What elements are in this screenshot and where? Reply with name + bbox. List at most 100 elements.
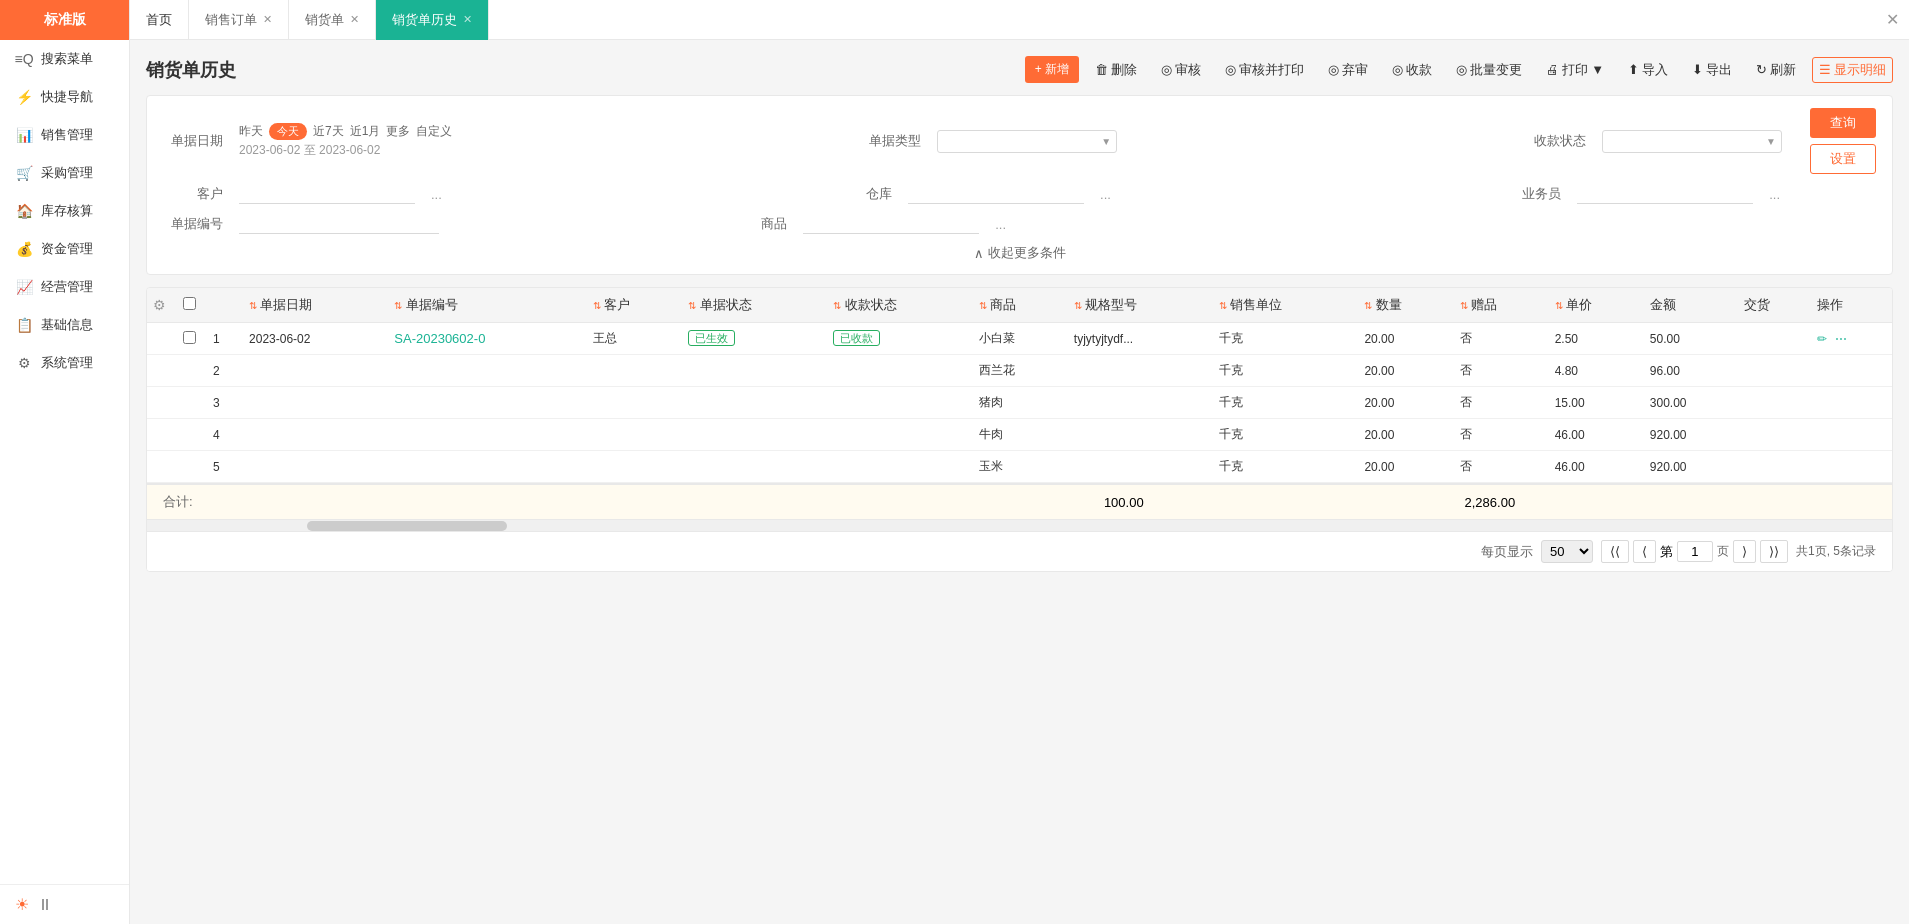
sidebar-item-label: 快捷导航: [41, 88, 93, 106]
new-button[interactable]: + 新增: [1025, 56, 1079, 83]
import-button[interactable]: ⬆ 导入: [1620, 57, 1676, 83]
tab-sales-history-label: 销货单历史: [392, 11, 457, 29]
total-info: 共1页, 5条记录: [1796, 543, 1876, 560]
page-label: 页: [1717, 543, 1729, 560]
collect-icon: ◎: [1392, 62, 1403, 77]
query-button[interactable]: 查询: [1810, 108, 1876, 138]
settings-button[interactable]: 设置: [1810, 144, 1876, 174]
amount-cell: 50.00: [1644, 323, 1738, 355]
collect-status-label: 收款状态: [1526, 132, 1586, 150]
scrollbar-thumb[interactable]: [307, 521, 507, 531]
docno-link[interactable]: SA-20230602-0: [394, 331, 485, 346]
gift-sort-icon[interactable]: ⇅: [1460, 300, 1468, 311]
column-config-icon[interactable]: ⚙: [153, 297, 166, 313]
sidebar-item-operations[interactable]: 📈 经营管理: [0, 268, 129, 306]
sidebar-item-inventory[interactable]: 🏠 库存核算: [0, 192, 129, 230]
goods-sort-icon[interactable]: ⇅: [979, 300, 987, 311]
customer-dots[interactable]: ...: [431, 187, 442, 202]
docstatus-col-header: ⇅ 单据状态: [682, 288, 827, 323]
delete-button[interactable]: 🗑 删除: [1087, 57, 1145, 83]
select-all-checkbox[interactable]: [183, 297, 196, 310]
doc-type-select[interactable]: [937, 130, 1117, 153]
sidebar-item-purchase[interactable]: 🛒 采购管理: [0, 154, 129, 192]
page-input[interactable]: [1677, 541, 1713, 562]
shortcut-7days[interactable]: 近7天: [313, 123, 344, 140]
sidebar-item-sales[interactable]: 📊 销售管理: [0, 116, 129, 154]
collect-status-select[interactable]: [1602, 130, 1782, 153]
sidebar-item-search[interactable]: ≡Q 搜索菜单: [0, 40, 129, 78]
shortcut-custom[interactable]: 自定义: [416, 123, 452, 140]
customer-sort-icon[interactable]: ⇅: [593, 300, 601, 311]
sidebar-item-quick-nav[interactable]: ⚡ 快捷导航: [0, 78, 129, 116]
tab-close-sales-goods[interactable]: ✕: [350, 13, 359, 26]
docno-col-header: ⇅ 单据编号: [388, 288, 587, 323]
price-sort-icon[interactable]: ⇅: [1555, 300, 1563, 311]
customer-input[interactable]: [239, 184, 415, 204]
sidebar-item-system[interactable]: ⚙ 系统管理: [0, 344, 129, 382]
goods-input[interactable]: [803, 214, 979, 234]
abandon-button[interactable]: ◎ 弃审: [1320, 57, 1376, 83]
tab-bar: 首页 销售订单 ✕ 销货单 ✕ 销货单历史 ✕ ✕: [130, 0, 1909, 40]
last-page-button[interactable]: ⟩⟩: [1760, 540, 1788, 563]
refresh-button[interactable]: ↻ 刷新: [1748, 57, 1804, 83]
warehouse-dots[interactable]: ...: [1100, 187, 1111, 202]
print-button[interactable]: 🖨 打印 ▼: [1538, 57, 1612, 83]
shortcut-1month[interactable]: 近1月: [350, 123, 381, 140]
page-size-select[interactable]: 50 100: [1541, 540, 1593, 563]
goods-dots[interactable]: ...: [995, 217, 1006, 232]
tab-home[interactable]: 首页: [130, 0, 189, 40]
row-checkbox[interactable]: [183, 331, 196, 344]
docstatus-sort-icon[interactable]: ⇅: [688, 300, 696, 311]
doc-no-input[interactable]: [239, 214, 439, 234]
more-link[interactable]: ⋯: [1835, 332, 1847, 346]
qty-sort-icon[interactable]: ⇅: [1364, 300, 1372, 311]
staff-input[interactable]: [1577, 184, 1753, 204]
total-qty: 100.00: [1104, 495, 1144, 510]
horizontal-scrollbar[interactable]: [147, 519, 1892, 531]
table-footer: 合计: 100.00 2,286.00: [147, 483, 1892, 519]
prev-page-button[interactable]: ⟨: [1633, 540, 1656, 563]
tab-close-sales-history[interactable]: ✕: [463, 13, 472, 26]
collect-button[interactable]: ◎ 收款: [1384, 57, 1440, 83]
staff-dots[interactable]: ...: [1769, 187, 1780, 202]
date-range: 2023-06-02 至 2023-06-02: [239, 142, 452, 159]
sidebar-item-label: 资金管理: [41, 240, 93, 258]
date-sort-icon[interactable]: ⇅: [249, 300, 257, 311]
warehouse-input[interactable]: [908, 184, 1084, 204]
customer-label: 客户: [163, 185, 223, 203]
first-page-button[interactable]: ⟨⟨: [1601, 540, 1629, 563]
quick-nav-icon: ⚡: [15, 88, 33, 106]
table-head: ⚙ ⇅ 单据日期 ⇅ 单据编号 ⇅ 客户 ⇅ 单据状态 ⇅ 收款状态 ⇅ 商品 …: [147, 288, 1892, 323]
doc-no-label: 单据编号: [163, 215, 223, 233]
refresh-icon: ↻: [1756, 62, 1767, 77]
show-detail-button[interactable]: ☰ 显示明细: [1812, 57, 1893, 83]
close-all-tabs-button[interactable]: ✕: [1876, 10, 1909, 29]
sidebar-item-label: 搜索菜单: [41, 50, 93, 68]
collapse-button[interactable]: ∧ 收起更多条件: [974, 244, 1066, 262]
print-icon: 🖨: [1546, 62, 1559, 77]
docno-sort-icon[interactable]: ⇅: [394, 300, 402, 311]
shortcut-more[interactable]: 更多: [386, 123, 410, 140]
sidebar-item-basic-info[interactable]: 📋 基础信息: [0, 306, 129, 344]
export-button[interactable]: ⬇ 导出: [1684, 57, 1740, 83]
edit-link[interactable]: ✏: [1817, 332, 1827, 346]
spec-sort-icon[interactable]: ⇅: [1074, 300, 1082, 311]
audit-button[interactable]: ◎ 审核: [1153, 57, 1209, 83]
trade-col-header: 交货: [1738, 288, 1811, 323]
shortcut-yesterday[interactable]: 昨天: [239, 123, 263, 140]
tab-sales-history[interactable]: 销货单历史 ✕: [376, 0, 489, 40]
tab-sales-goods[interactable]: 销货单 ✕: [289, 0, 376, 40]
batch-change-button[interactable]: ◎ 批量变更: [1448, 57, 1530, 83]
sidebar-item-finance[interactable]: 💰 资金管理: [0, 230, 129, 268]
tab-sales-order[interactable]: 销售订单 ✕: [189, 0, 289, 40]
footer-label: 合计:: [163, 493, 223, 511]
collectstatus-sort-icon[interactable]: ⇅: [833, 300, 841, 311]
tab-close-sales-order[interactable]: ✕: [263, 13, 272, 26]
audit-print-button[interactable]: ◎ 审核并打印: [1217, 57, 1312, 83]
sidebar-bottom-actions[interactable]: ☀ ⏸: [0, 885, 129, 924]
shortcut-today[interactable]: 今天: [269, 123, 307, 140]
unit-sort-icon[interactable]: ⇅: [1219, 300, 1227, 311]
next-page-button[interactable]: ⟩: [1733, 540, 1756, 563]
page-nav: ⟨⟨ ⟨ 第 页 ⟩ ⟩⟩: [1601, 540, 1788, 563]
total-amount: 2,286.00: [1465, 495, 1516, 510]
